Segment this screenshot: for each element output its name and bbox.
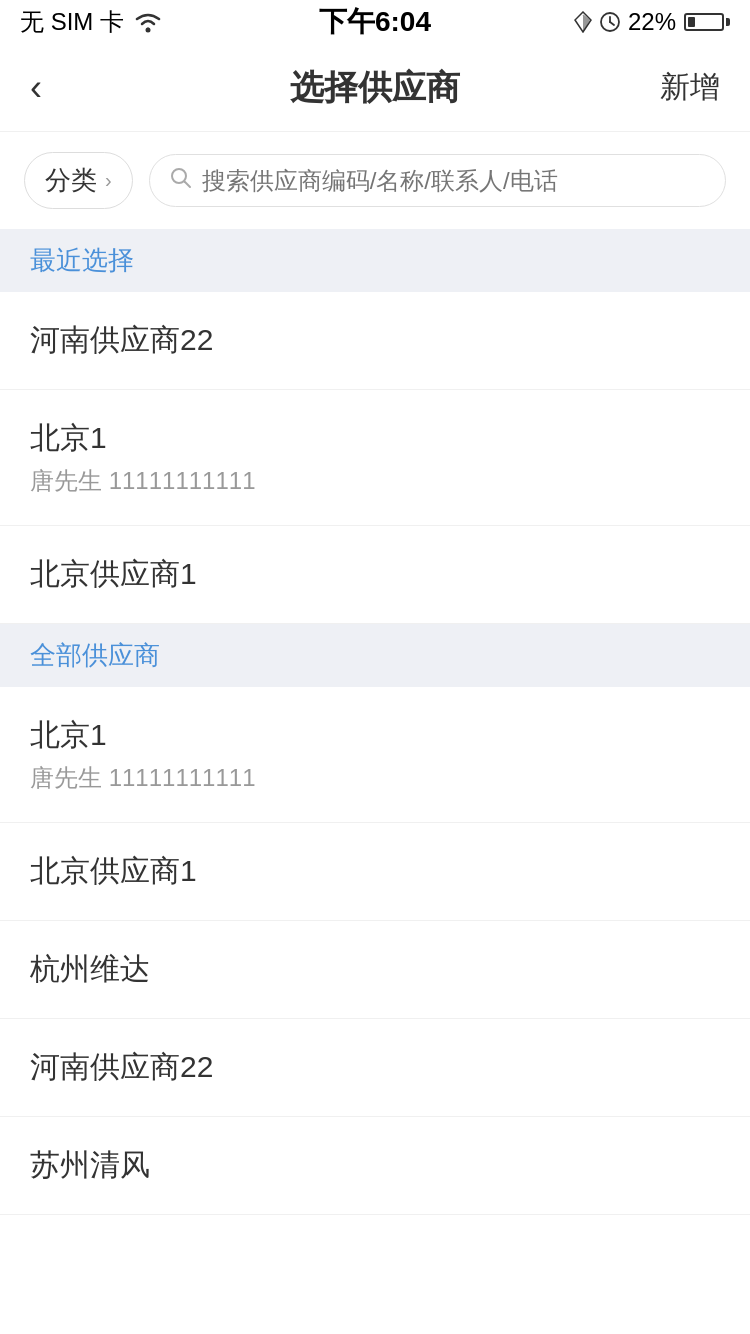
item-name: 河南供应商22 bbox=[30, 1047, 720, 1088]
clock-icon bbox=[600, 12, 620, 32]
search-area: 分类 › bbox=[0, 132, 750, 229]
recent-items-list: 河南供应商22 北京1 唐先生 11111111111 北京供应商1 bbox=[0, 292, 750, 624]
item-sub: 唐先生 11111111111 bbox=[30, 762, 720, 794]
search-input[interactable] bbox=[202, 167, 705, 195]
list-item[interactable]: 北京供应商1 bbox=[0, 823, 750, 921]
item-name: 苏州清风 bbox=[30, 1145, 720, 1186]
list-item[interactable]: 杭州维达 bbox=[0, 921, 750, 1019]
recent-section-header: 最近选择 bbox=[0, 229, 750, 292]
svg-line-3 bbox=[610, 22, 614, 25]
all-section-header: 全部供应商 bbox=[0, 624, 750, 687]
category-label: 分类 bbox=[45, 163, 97, 198]
search-box[interactable] bbox=[149, 154, 726, 207]
status-left: 无 SIM 卡 bbox=[20, 6, 162, 38]
list-item[interactable]: 河南供应商22 bbox=[0, 292, 750, 390]
list-item[interactable]: 河南供应商22 bbox=[0, 1019, 750, 1117]
list-item[interactable]: 北京1 唐先生 11111111111 bbox=[0, 687, 750, 823]
list-item[interactable]: 北京1 唐先生 11111111111 bbox=[0, 390, 750, 526]
item-name: 北京供应商1 bbox=[30, 554, 720, 595]
recent-section-label: 最近选择 bbox=[30, 245, 134, 275]
item-name: 河南供应商22 bbox=[30, 320, 720, 361]
item-name: 北京1 bbox=[30, 715, 720, 756]
wifi-icon bbox=[134, 11, 162, 33]
chevron-right-icon: › bbox=[105, 169, 112, 192]
item-sub: 唐先生 11111111111 bbox=[30, 465, 720, 497]
list-item[interactable]: 北京供应商1 bbox=[0, 526, 750, 624]
svg-line-5 bbox=[184, 182, 190, 188]
search-icon bbox=[170, 165, 192, 196]
category-button[interactable]: 分类 › bbox=[24, 152, 133, 209]
battery-percent: 22% bbox=[628, 8, 676, 36]
back-button[interactable]: ‹ bbox=[30, 67, 90, 109]
status-bar: 无 SIM 卡 下午6:04 22% bbox=[0, 0, 750, 44]
item-name: 北京1 bbox=[30, 418, 720, 459]
add-button[interactable]: 新增 bbox=[660, 67, 720, 108]
location-icon bbox=[574, 11, 592, 33]
battery-icon bbox=[684, 13, 730, 31]
all-section-label: 全部供应商 bbox=[30, 640, 160, 670]
status-time: 下午6:04 bbox=[319, 3, 431, 41]
item-name: 北京供应商1 bbox=[30, 851, 720, 892]
item-name: 杭州维达 bbox=[30, 949, 720, 990]
page-title: 选择供应商 bbox=[290, 65, 460, 111]
svg-point-0 bbox=[146, 28, 151, 33]
carrier-label: 无 SIM 卡 bbox=[20, 6, 124, 38]
status-right: 22% bbox=[574, 8, 730, 36]
list-item[interactable]: 苏州清风 bbox=[0, 1117, 750, 1215]
nav-bar: ‹ 选择供应商 新增 bbox=[0, 44, 750, 132]
all-items-list: 北京1 唐先生 11111111111 北京供应商1 杭州维达河南供应商22 苏州清风 bbox=[0, 687, 750, 1215]
